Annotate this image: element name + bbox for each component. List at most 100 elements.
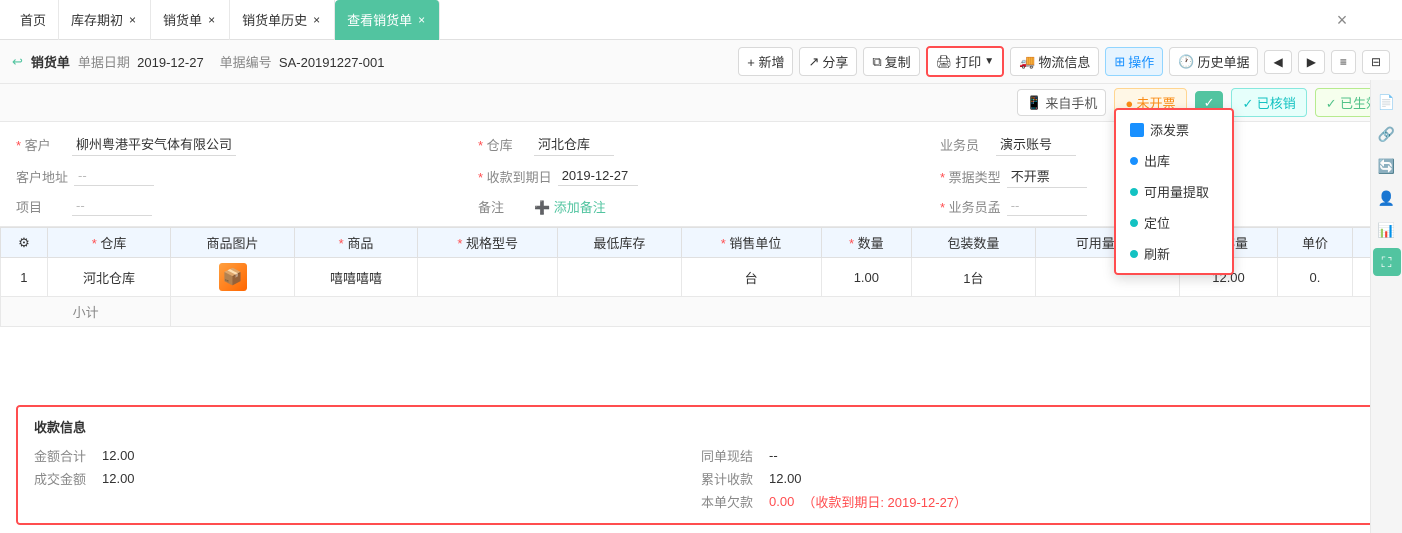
phone-icon: 📱 (1026, 95, 1042, 111)
address-value[interactable]: -- (74, 166, 154, 186)
row-price[interactable]: 0. (1278, 258, 1352, 297)
available-qty-icon (1130, 188, 1138, 196)
history-button[interactable]: 🕐 历史单据 (1169, 47, 1258, 76)
sidebar-chart-icon[interactable]: 📊 (1373, 216, 1401, 244)
tab-bar: 首页 库存期初 × 销货单 × 销货单历史 × 查看销货单 × × (0, 0, 1402, 40)
history-button-label: 历史单据 (1197, 52, 1249, 71)
operate-button[interactable]: ⊞ 操作 (1105, 47, 1163, 76)
date-value: 2019-12-27 (137, 55, 204, 70)
next-button[interactable]: ▶ (1298, 50, 1325, 74)
overdue-note: （收款到期日: 2019-12-27） (802, 492, 967, 511)
new-button-label: + 新增 (747, 52, 784, 71)
project-value[interactable]: -- (72, 196, 152, 216)
address-row: 客户地址 -- (16, 164, 462, 188)
payment-right: 同单现结 -- 累计收款 12.00 本单欠款 0.00 （收款到期日: 201… (701, 444, 1368, 513)
deal-amount-label: 成交金额 (34, 469, 94, 488)
warehouse-row: 仓库 河北仓库 (478, 132, 924, 156)
total-amount-row: 金额合计 12.00 (34, 444, 701, 467)
cumulative-row: 累计收款 12.00 (701, 467, 1368, 490)
print-button[interactable]: 🖨 打印 ▼ (926, 46, 1004, 77)
tab-home[interactable]: 首页 (8, 0, 59, 40)
logistics-button[interactable]: 🚚 物流信息 (1010, 47, 1099, 76)
customer-value[interactable]: 柳州粤港平安气体有限公司 (72, 132, 236, 156)
deal-amount-row: 成交金额 12.00 (34, 467, 701, 490)
cumulative-label: 累计收款 (701, 469, 761, 488)
dropdown-add-invoice[interactable]: 添发票 (1116, 114, 1232, 145)
refresh-label: 刷新 (1144, 244, 1170, 263)
product-thumbnail: 📦 (219, 263, 247, 291)
col-product: * 商品 (294, 228, 417, 258)
add-invoice-label: 添发票 (1150, 120, 1189, 139)
note-label: 备注 (478, 197, 528, 216)
locate-icon (1130, 219, 1138, 227)
row-warehouse[interactable]: 河北仓库 (47, 258, 170, 297)
payment-left: 金额合计 12.00 成交金额 12.00 (34, 444, 701, 513)
dropdown-locate[interactable]: 定位 (1116, 207, 1232, 238)
from-phone-button[interactable]: 📱 来自手机 (1017, 89, 1106, 116)
sidebar-doc-icon[interactable]: 📄 (1373, 88, 1401, 116)
dropdown-outbound[interactable]: 出库 (1116, 145, 1232, 176)
row-product[interactable]: 嘻嘻嘻嘻 (294, 258, 417, 297)
note-row: 备注 ➕ 添加备注 (478, 196, 924, 216)
transaction-value: -- (769, 448, 778, 463)
no-label: 单据编号 (220, 55, 272, 70)
warehouse-label: 仓库 (478, 135, 528, 154)
col-settings[interactable]: ⚙ (1, 228, 48, 258)
row-qty[interactable]: 1.00 (821, 258, 912, 297)
share-icon: ↗ (808, 54, 819, 70)
checked-button[interactable]: ✓ 已核销 (1231, 88, 1306, 117)
doc-title: 销货单 (31, 52, 70, 71)
tab-sales-history[interactable]: 销货单历史 × (230, 0, 335, 40)
add-note-button[interactable]: ➕ 添加备注 (534, 197, 606, 216)
print-button-label: 打印 (955, 52, 981, 71)
date-label: 单据日期 (78, 55, 130, 70)
address-label: 客户地址 (16, 167, 68, 186)
row-unit[interactable]: 台 (681, 258, 821, 297)
row-spec[interactable] (418, 258, 558, 297)
grid-view-button[interactable]: ⊟ (1362, 50, 1390, 74)
overdue-value: 0.00 (769, 494, 794, 509)
due-date-value[interactable]: 2019-12-27 (558, 166, 638, 186)
sales-label: 业务员孟 (940, 197, 1001, 216)
staff-value[interactable]: 演示账号 (996, 132, 1076, 156)
no-value: SA-20191227-001 (279, 55, 385, 70)
window-close-button[interactable]: × (1322, 0, 1362, 40)
ticket-type-label: 票据类型 (940, 167, 1001, 186)
sidebar-expand-icon[interactable]: ⛶ (1373, 248, 1401, 276)
sidebar-link-icon[interactable]: 🔗 (1373, 120, 1401, 148)
tab-sales-close[interactable]: × (206, 13, 217, 27)
copy-button[interactable]: ⧉ 复制 (863, 47, 919, 76)
checked-icon: ✓ (1242, 96, 1253, 111)
tab-sales-history-close[interactable]: × (311, 13, 322, 27)
truck-icon: 🚚 (1019, 54, 1035, 70)
share-button[interactable]: ↗ 分享 (799, 47, 857, 76)
new-button[interactable]: + 新增 (738, 47, 793, 76)
ticket-type-value[interactable]: 不开票 (1007, 164, 1087, 188)
col-min-stock: 最低库存 (558, 228, 681, 258)
prev-button[interactable]: ◀ (1264, 50, 1291, 74)
sidebar-refresh-icon[interactable]: 🔄 (1373, 152, 1401, 180)
doc-title-area: ↩ 销货单 单据日期 2019-12-27 单据编号 SA-20191227-0… (12, 52, 730, 71)
doc-icon: ↩ (12, 54, 23, 70)
tab-inventory[interactable]: 库存期初 × (59, 0, 151, 40)
dropdown-available-qty[interactable]: 可用量提取 (1116, 176, 1232, 207)
col-qty: * 数量 (821, 228, 912, 258)
subtotal-values (171, 297, 1402, 327)
tab-inventory-close[interactable]: × (127, 13, 138, 27)
warehouse-value[interactable]: 河北仓库 (534, 132, 614, 156)
list-view-button[interactable]: ≡ (1331, 50, 1356, 74)
dropdown-refresh[interactable]: 刷新 (1116, 238, 1232, 269)
col-warehouse: * 仓库 (47, 228, 170, 258)
sales-value[interactable]: -- (1007, 196, 1087, 216)
tab-view-sales[interactable]: 查看销货单 × (335, 0, 440, 40)
sidebar-user-icon[interactable]: 👤 (1373, 184, 1401, 212)
row-pack-qty[interactable]: 1台 (912, 258, 1035, 297)
tab-view-sales-close[interactable]: × (416, 13, 427, 27)
tab-sales[interactable]: 销货单 × (151, 0, 230, 40)
toolbar-actions: + 新增 ↗ 分享 ⧉ 复制 🖨 打印 ▼ 🚚 物流信息 (738, 46, 1390, 77)
payment-info-title: 收款信息 (34, 417, 1368, 436)
operations-dropdown: 添发票 出库 可用量提取 定位 刷新 (1114, 108, 1234, 275)
due-date-row: 收款到期日 2019-12-27 (478, 164, 924, 188)
copy-icon: ⧉ (872, 54, 881, 70)
col-unit: * 销售单位 (681, 228, 821, 258)
